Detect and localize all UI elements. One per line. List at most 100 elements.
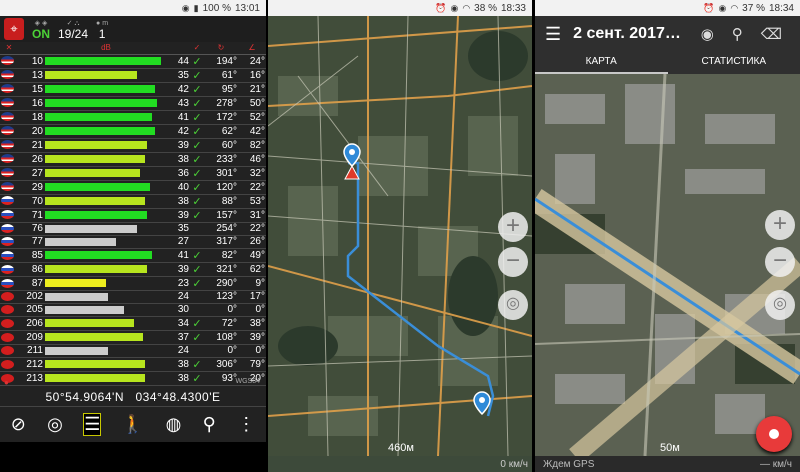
- location-pin-icon[interactable]: ⚲: [732, 25, 743, 43]
- satellite-id: 18: [18, 110, 44, 125]
- my-location-button[interactable]: ◎: [498, 290, 528, 320]
- azimuth: 88°: [204, 194, 238, 209]
- elevation: 49°: [238, 248, 266, 263]
- signal-bar: [45, 57, 161, 65]
- flag-icon: [0, 110, 18, 125]
- signal-bar-cell: [44, 152, 168, 167]
- signal-bar: [45, 251, 153, 260]
- elevation: 32°: [238, 166, 266, 181]
- used-in-fix-icon: ✓: [190, 194, 204, 209]
- satellite-list-icon[interactable]: ☰: [83, 413, 102, 436]
- azimuth: 60°: [204, 138, 238, 153]
- cleanup-icon[interactable]: ⌫: [761, 25, 782, 43]
- signal-bar-cell: [44, 262, 168, 277]
- flag-icon: [0, 180, 18, 195]
- menu-icon[interactable]: ☰: [545, 24, 561, 45]
- snr-value: 38: [168, 194, 190, 209]
- app-logo-icon[interactable]: ⌖: [4, 18, 24, 40]
- alarm-icon: ⏰: [703, 2, 715, 13]
- satellite-row: 21 39 ✓ 60° 82°: [0, 138, 266, 153]
- status-bar: ⏰ ◉ ◠ 38 % 18:33: [268, 0, 532, 16]
- elevation: 24°: [238, 54, 266, 69]
- satellite-id: 85: [18, 248, 44, 263]
- used-in-fix-icon: ✓: [190, 208, 204, 223]
- satellite-row: 13 35 ✓ 61° 16°: [0, 68, 266, 83]
- used-in-fix-icon: ✓: [190, 330, 204, 345]
- alarm-icon: ⏰: [435, 2, 447, 13]
- signal-bar-cell: [44, 82, 168, 97]
- eye-icon[interactable]: ◉: [701, 25, 714, 43]
- elevation: 31°: [238, 208, 266, 223]
- globe-icon[interactable]: ◍: [166, 414, 182, 435]
- satellite-id: 10: [18, 54, 44, 69]
- signal-bar-cell: [44, 180, 168, 195]
- column-used-icon: ✓: [190, 42, 204, 55]
- tab-statistics[interactable]: СТАТИСТИКА: [668, 52, 800, 74]
- snr-value: 37: [168, 330, 190, 345]
- gps-header: ⌖ ◈ ◈ ON ✓ ⛬ 19/24 ● m 1: [0, 16, 266, 42]
- track-detail-panel: ⏰ ◉ ◠ 37 % 18:34 ☰ 2 сент. 2017… ◉ ⚲ ⌫ К…: [535, 0, 800, 472]
- column-azimuth-icon: ↻: [204, 42, 238, 55]
- satellite-map[interactable]: [268, 16, 532, 456]
- elevation: 0°: [238, 303, 266, 317]
- zoom-in-button[interactable]: +: [498, 212, 528, 242]
- elevation: 16°: [238, 68, 266, 83]
- flag-icon: [0, 303, 18, 317]
- signal-bar: [45, 360, 146, 369]
- signal-bar-cell: [44, 96, 168, 111]
- satellite-id: 209: [18, 330, 44, 345]
- elevation: 46°: [238, 152, 266, 167]
- satellites-in-use: ✓ ⛬ 19/24: [58, 20, 89, 41]
- location-pin-icon[interactable]: ⚲: [203, 414, 216, 435]
- flag-icon: [0, 68, 18, 83]
- satellite-id: 206: [18, 316, 44, 331]
- satellite-id: 21: [18, 138, 44, 153]
- used-in-fix-icon: ✓: [190, 96, 204, 111]
- location-icon: ◉: [450, 2, 459, 13]
- snr-value: 35: [168, 222, 190, 236]
- satellite-row: 10 44 ✓ 194° 24°: [0, 54, 266, 69]
- zoom-out-button[interactable]: −: [498, 247, 528, 277]
- app-bar: ☰ 2 сент. 2017… ◉ ⚲ ⌫: [535, 16, 800, 52]
- signal-bar-cell: [44, 316, 168, 331]
- battery-icon: ▮: [193, 2, 199, 13]
- azimuth: 61°: [204, 68, 238, 83]
- snr-value: 27: [168, 235, 190, 249]
- used-in-fix-icon: [190, 222, 204, 236]
- signal-bar-cell: [44, 344, 168, 358]
- satellite-id: 70: [18, 194, 44, 209]
- compass-icon[interactable]: ⊘: [11, 414, 26, 435]
- zoom-in-button[interactable]: +: [765, 210, 795, 240]
- azimuth: 321°: [204, 262, 238, 277]
- flag-icon: [0, 235, 18, 249]
- walk-icon[interactable]: 🚶: [122, 414, 144, 435]
- record-icon: [769, 429, 779, 439]
- map-scale: 460м: [388, 442, 414, 454]
- wifi-icon: ◠: [730, 2, 739, 13]
- more-icon[interactable]: ⋮: [237, 414, 255, 435]
- snr-value: 36: [168, 166, 190, 181]
- zoom-out-button[interactable]: −: [765, 247, 795, 277]
- azimuth: 301°: [204, 166, 238, 181]
- snr-value: 39: [168, 262, 190, 277]
- satellite-view-icon[interactable]: ◎: [47, 414, 63, 435]
- snr-value: 34: [168, 316, 190, 331]
- signal-bar: [45, 319, 135, 328]
- elevation: 22°: [238, 180, 266, 195]
- record-button[interactable]: [756, 416, 792, 452]
- column-snr: [168, 42, 190, 55]
- satellite-row: 212 38 ✓ 306° 79°: [0, 357, 266, 372]
- satellite-row: 70 38 ✓ 88° 53°: [0, 194, 266, 209]
- snr-value: 38: [168, 152, 190, 167]
- used-in-fix-icon: ✓: [190, 248, 204, 263]
- satellite-map[interactable]: [535, 74, 800, 456]
- satellite-id: 71: [18, 208, 44, 223]
- wifi-icon: ◠: [462, 2, 471, 13]
- flag-icon: [0, 208, 18, 223]
- my-location-button[interactable]: ◎: [765, 290, 795, 320]
- bottom-status-bar: Ждем GPS — км/ч: [535, 456, 800, 472]
- tab-map[interactable]: КАРТА: [535, 52, 668, 74]
- satellite-row: 202 24 123° 17°: [0, 290, 266, 304]
- status-bar: ◉ ▮ 100 % 13:01: [0, 0, 266, 16]
- snr-value: 41: [168, 110, 190, 125]
